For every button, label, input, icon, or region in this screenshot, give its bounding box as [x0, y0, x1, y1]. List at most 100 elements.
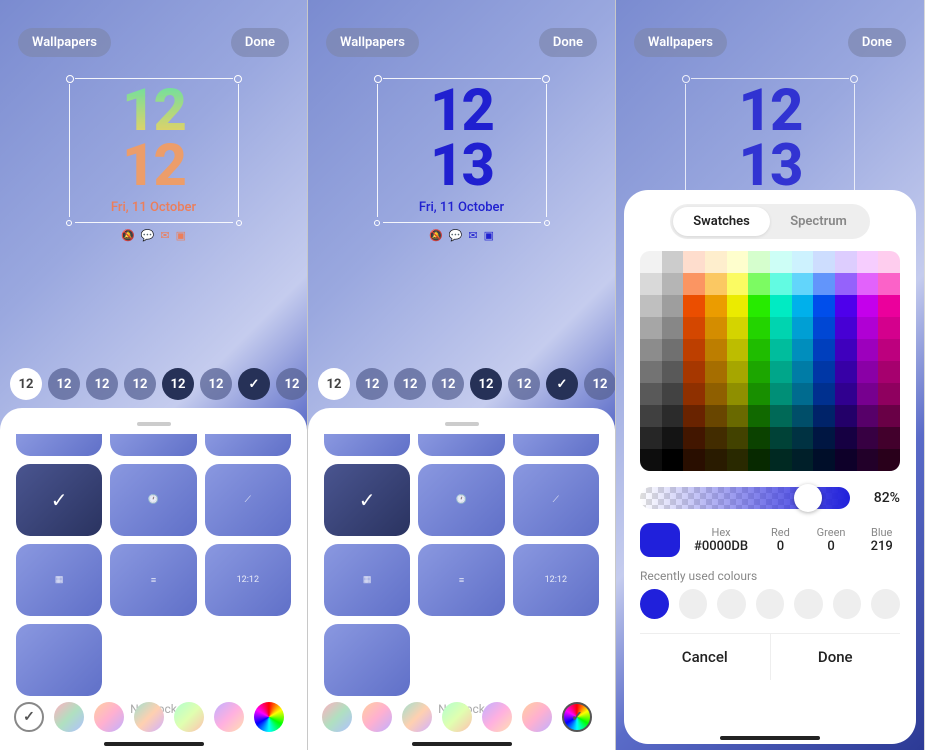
swatch-cell[interactable]	[878, 251, 900, 273]
swatch-cell[interactable]	[705, 273, 727, 295]
swatch-cell[interactable]	[727, 339, 749, 361]
style-card[interactable]	[205, 434, 291, 456]
swatch-cell[interactable]	[813, 251, 835, 273]
swatch-cell[interactable]	[813, 405, 835, 427]
clock-preview[interactable]: 12 13 Fri, 11 October 🔕💬✉▣	[377, 78, 547, 242]
swatch-cell[interactable]	[857, 449, 879, 471]
swatch-cell[interactable]	[727, 361, 749, 383]
swatch-cell[interactable]	[683, 339, 705, 361]
swatch-cell[interactable]	[770, 449, 792, 471]
swatch-cell[interactable]	[835, 383, 857, 405]
swatch-cell[interactable]	[792, 427, 814, 449]
swatch-cell[interactable]	[640, 339, 662, 361]
swatch-cell[interactable]	[727, 317, 749, 339]
swatch-cell[interactable]	[705, 361, 727, 383]
swatch-cell[interactable]	[857, 273, 879, 295]
swatch-cell[interactable]	[792, 339, 814, 361]
color-swatch[interactable]	[214, 702, 244, 732]
swatch-cell[interactable]	[813, 449, 835, 471]
color-swatch[interactable]	[174, 702, 204, 732]
font-style-scroller[interactable]: 12 12 12 12 12 12 ✓ 12	[308, 368, 615, 400]
color-swatch[interactable]	[322, 702, 352, 732]
swatch-cell[interactable]	[662, 361, 684, 383]
style-card-selected[interactable]: ✓	[16, 464, 102, 536]
swatch-cell[interactable]	[748, 427, 770, 449]
style-card[interactable]: ≡	[110, 544, 196, 616]
opacity-slider-thumb[interactable]	[794, 484, 822, 512]
color-swatch[interactable]	[54, 702, 84, 732]
tab-spectrum[interactable]: Spectrum	[770, 207, 867, 236]
swatch-cell[interactable]	[748, 383, 770, 405]
style-card[interactable]: 12:12	[205, 544, 291, 616]
font-option[interactable]: 12	[10, 368, 42, 400]
swatch-grid[interactable]	[640, 251, 900, 471]
done-button[interactable]: Done	[848, 28, 906, 57]
swatch-cell[interactable]	[792, 317, 814, 339]
font-option[interactable]: 12	[394, 368, 426, 400]
swatch-cell[interactable]	[705, 449, 727, 471]
swatch-cell[interactable]	[748, 361, 770, 383]
swatch-cell[interactable]	[705, 383, 727, 405]
swatch-cell[interactable]	[813, 273, 835, 295]
swatch-cell[interactable]	[705, 339, 727, 361]
swatch-cell[interactable]	[683, 383, 705, 405]
opacity-slider[interactable]	[640, 487, 850, 509]
swatch-cell[interactable]	[770, 317, 792, 339]
color-wheel-icon[interactable]	[254, 702, 284, 732]
swatch-cell[interactable]	[662, 449, 684, 471]
font-option[interactable]: 12	[86, 368, 118, 400]
picker-done-button[interactable]: Done	[771, 634, 901, 680]
style-card[interactable]	[324, 624, 410, 696]
swatch-cell[interactable]	[878, 427, 900, 449]
wallpapers-button[interactable]: Wallpapers	[326, 28, 419, 57]
home-indicator[interactable]	[104, 742, 204, 746]
swatch-cell[interactable]	[705, 405, 727, 427]
style-card[interactable]	[513, 434, 599, 456]
swatch-cell[interactable]	[748, 295, 770, 317]
swatch-cell[interactable]	[792, 405, 814, 427]
color-swatch[interactable]	[362, 702, 392, 732]
swatch-cell[interactable]	[683, 251, 705, 273]
swatch-cell[interactable]	[835, 427, 857, 449]
home-indicator[interactable]	[412, 742, 512, 746]
swatch-cell[interactable]	[835, 251, 857, 273]
style-card[interactable]: ⟋	[513, 464, 599, 536]
font-option[interactable]: 12	[432, 368, 464, 400]
swatch-cell[interactable]	[813, 317, 835, 339]
font-style-scroller[interactable]: 12 12 12 12 12 12 ✓ 12	[0, 368, 307, 400]
cancel-button[interactable]: Cancel	[640, 634, 771, 680]
swatch-cell[interactable]	[878, 295, 900, 317]
style-card[interactable]	[16, 624, 102, 696]
swatch-cell[interactable]	[878, 317, 900, 339]
swatch-cell[interactable]	[662, 295, 684, 317]
swatch-cell[interactable]	[813, 427, 835, 449]
swatch-cell[interactable]	[792, 295, 814, 317]
wallpapers-button[interactable]: Wallpapers	[18, 28, 111, 57]
swatch-cell[interactable]	[705, 295, 727, 317]
style-card[interactable]: 🕐	[110, 464, 196, 536]
swatch-cell[interactable]	[662, 427, 684, 449]
font-option[interactable]: 12	[48, 368, 80, 400]
swatch-cell[interactable]	[792, 383, 814, 405]
wallpapers-button[interactable]: Wallpapers	[634, 28, 727, 57]
swatch-cell[interactable]	[857, 383, 879, 405]
font-option[interactable]: 12	[508, 368, 540, 400]
swatch-cell[interactable]	[878, 339, 900, 361]
swatch-cell[interactable]	[857, 405, 879, 427]
style-card[interactable]: ≡	[418, 544, 504, 616]
swatch-cell[interactable]	[640, 273, 662, 295]
color-wheel-selected[interactable]	[562, 702, 592, 732]
swatch-cell[interactable]	[792, 251, 814, 273]
done-button[interactable]: Done	[539, 28, 597, 57]
sheet-grabber[interactable]	[137, 422, 171, 426]
swatch-cell[interactable]	[878, 361, 900, 383]
style-card[interactable]: ⟋	[205, 464, 291, 536]
color-swatch[interactable]	[94, 702, 124, 732]
swatch-cell[interactable]	[683, 361, 705, 383]
swatch-cell[interactable]	[640, 361, 662, 383]
swatch-cell[interactable]	[705, 251, 727, 273]
swatch-cell[interactable]	[748, 317, 770, 339]
swatch-cell[interactable]	[748, 251, 770, 273]
swatch-cell[interactable]	[770, 361, 792, 383]
swatch-cell[interactable]	[640, 251, 662, 273]
